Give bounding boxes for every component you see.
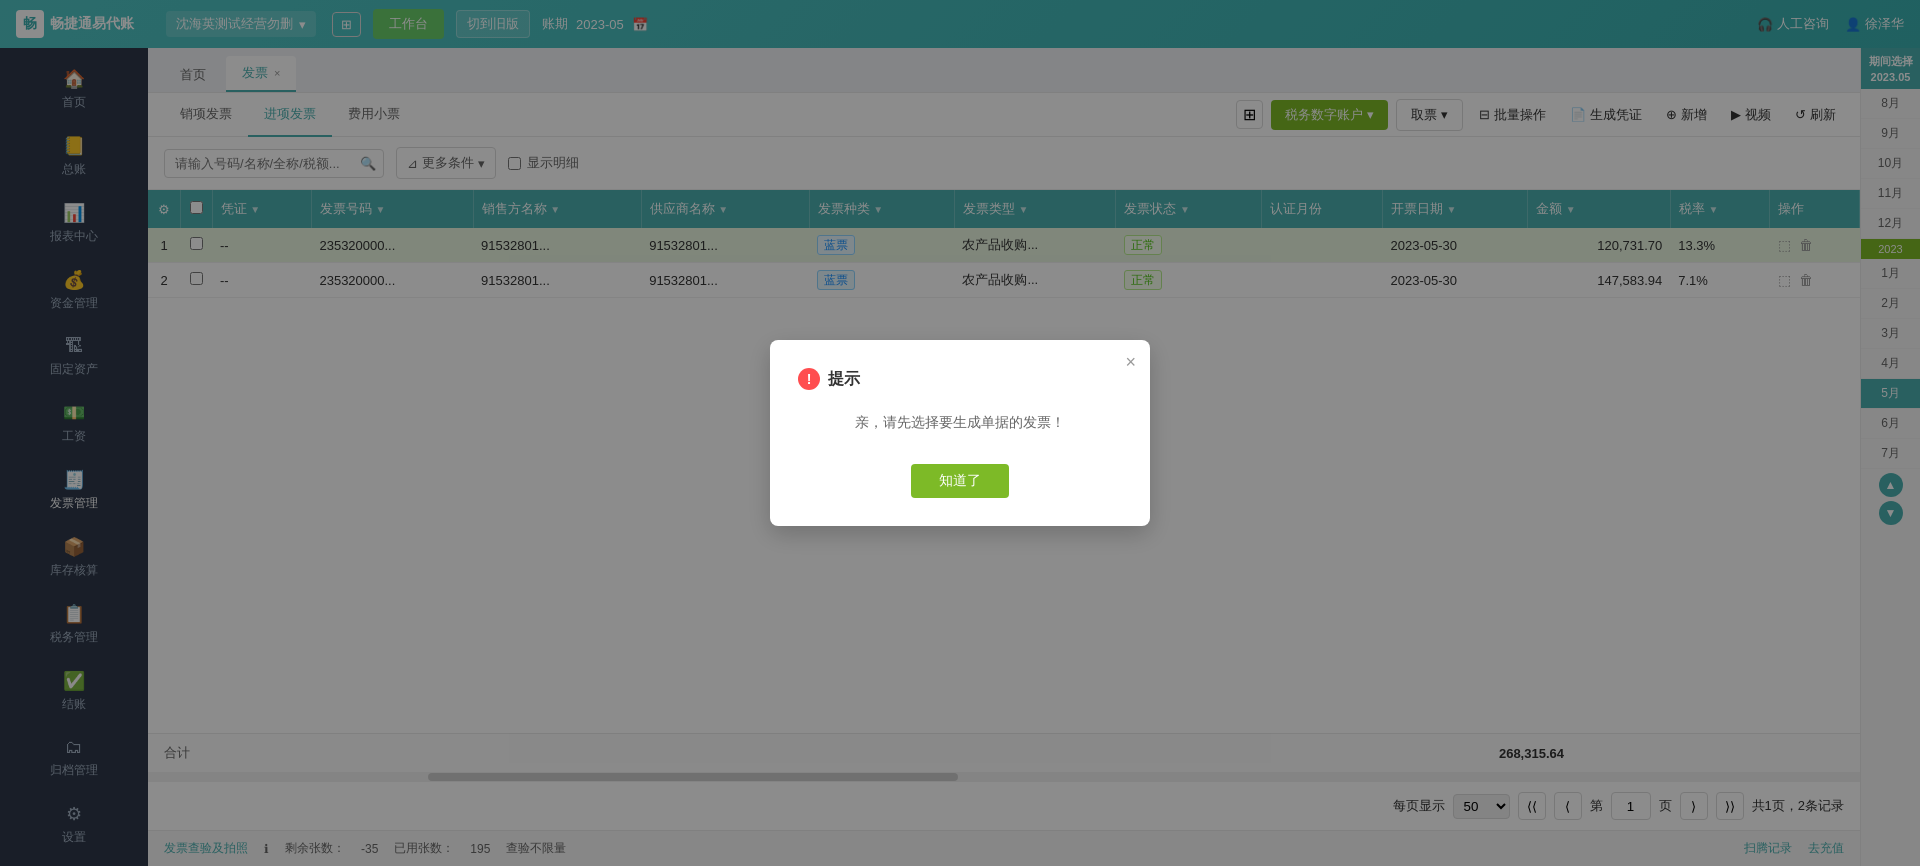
modal-dialog: × ! 提示 亲，请先选择要生成单据的发票！ 知道了 [770, 340, 1150, 526]
warning-icon: ! [798, 368, 820, 390]
modal-overlay[interactable]: × ! 提示 亲，请先选择要生成单据的发票！ 知道了 [0, 0, 1920, 866]
modal-footer: 知道了 [798, 464, 1122, 498]
warning-icon-symbol: ! [807, 371, 812, 387]
modal-confirm-button[interactable]: 知道了 [911, 464, 1009, 498]
modal-close-button[interactable]: × [1125, 352, 1136, 373]
modal-title: ! 提示 [798, 368, 1122, 390]
modal-message: 亲，请先选择要生成单据的发票！ [798, 406, 1122, 440]
modal-message-text: 亲，请先选择要生成单据的发票！ [855, 414, 1065, 430]
modal-title-text: 提示 [828, 369, 860, 390]
